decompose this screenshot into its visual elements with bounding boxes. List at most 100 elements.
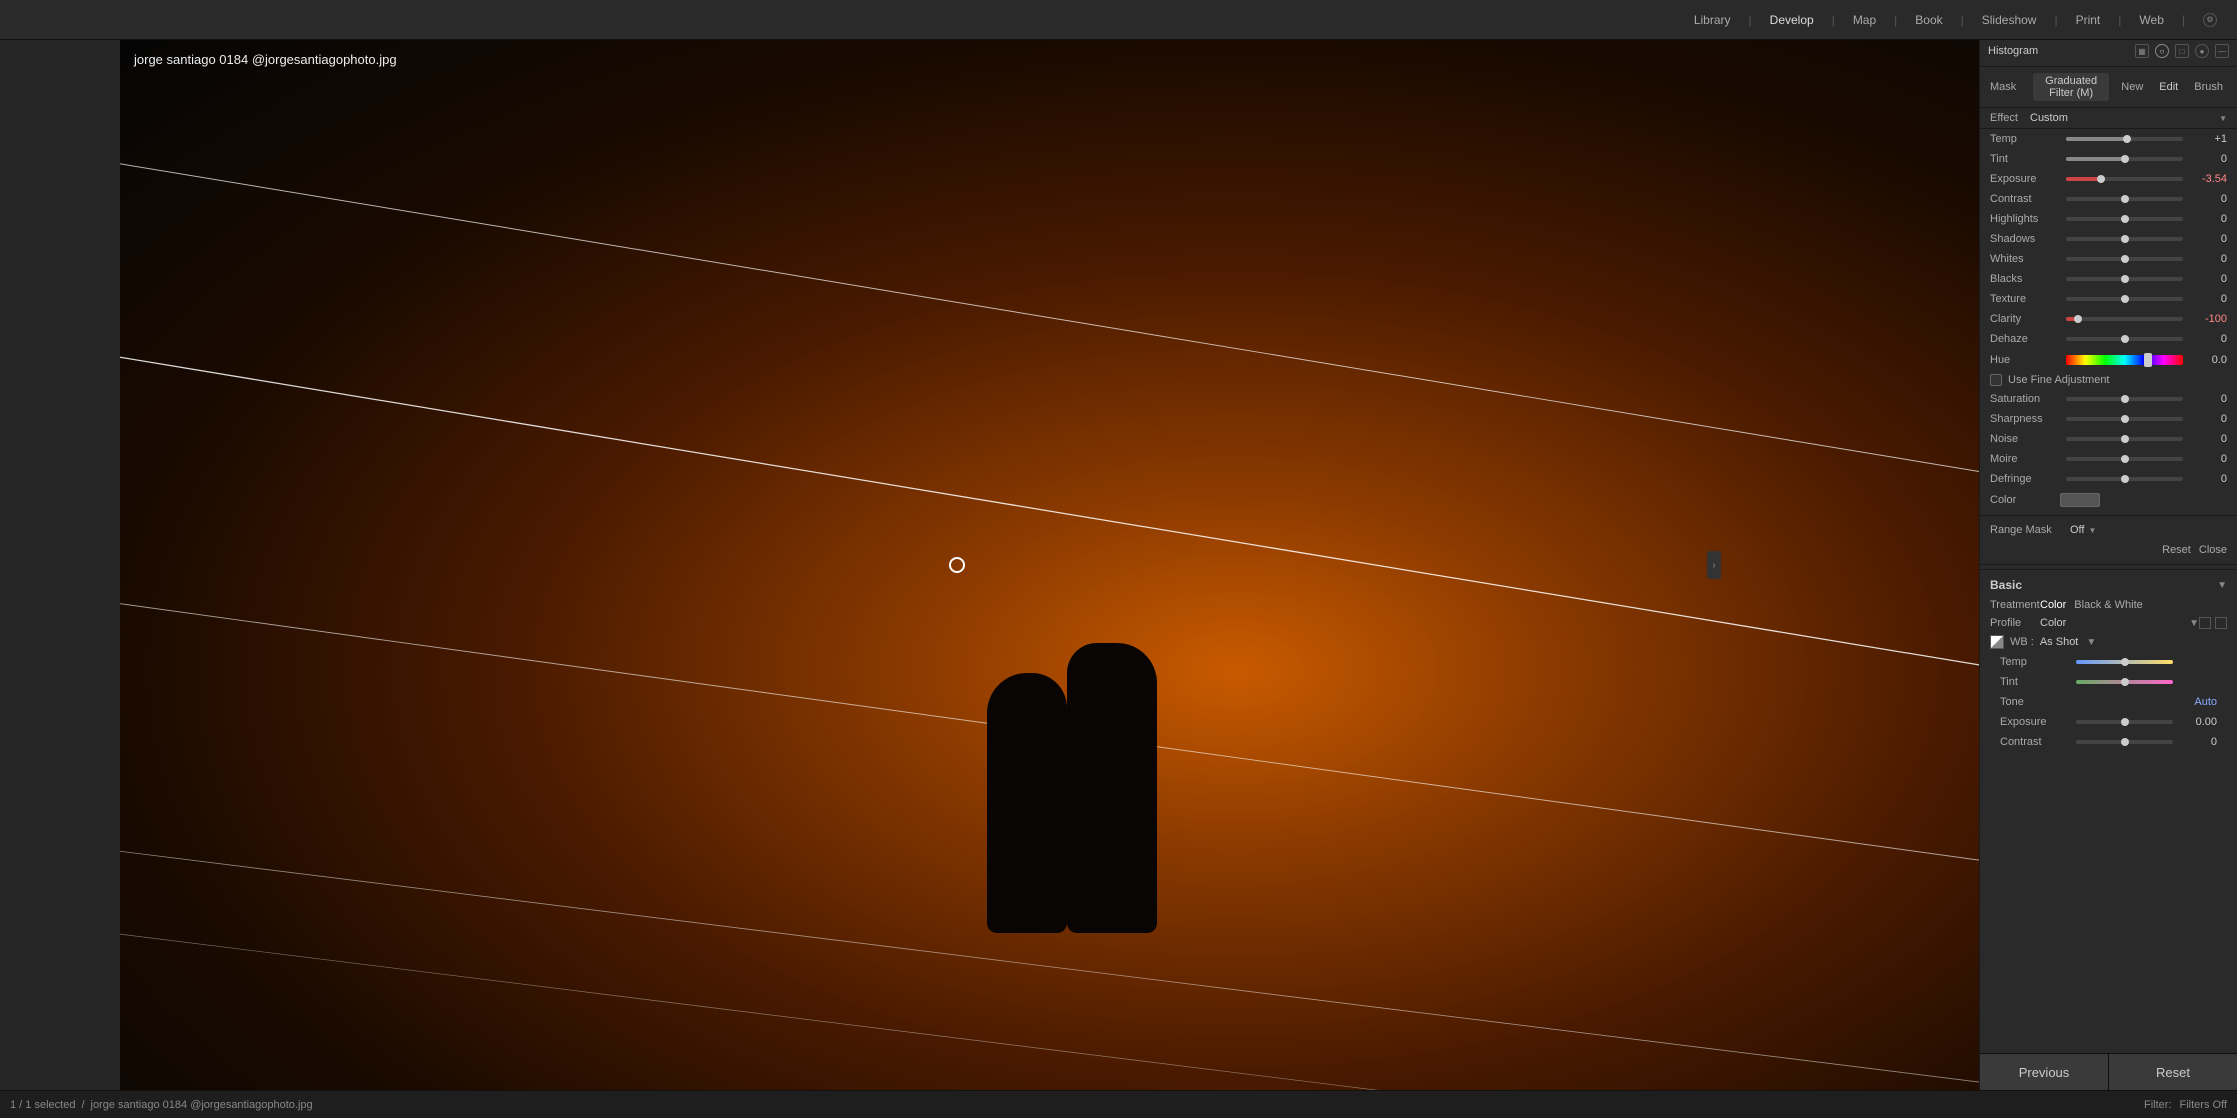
hue-label: Hue [1990, 354, 2060, 366]
section-divider-2 [1980, 564, 2237, 565]
panel-expand-arrow[interactable]: › [1707, 551, 1721, 579]
range-mask-value[interactable]: Off [2070, 524, 2084, 536]
mask-row: Mask Graduated Filter (M) New Edit Brush [1990, 73, 2227, 101]
profile-grid-icon[interactable] [2199, 617, 2211, 629]
nav-slideshow[interactable]: Slideshow [1982, 13, 2037, 27]
nav-settings-icon[interactable]: ⚙ [2203, 13, 2217, 27]
noise-slider[interactable] [2066, 437, 2183, 441]
nav-map[interactable]: Map [1853, 13, 1876, 27]
basic-section: Basic ▼ Treatment Color Black & White Pr… [1980, 569, 2237, 756]
effect-select[interactable]: Custom ▼ [2030, 112, 2227, 124]
mask-section: Mask Graduated Filter (M) New Edit Brush [1980, 67, 2237, 108]
basic-temp-row: Temp [1990, 652, 2227, 672]
basic-tint-label: Tint [2000, 676, 2070, 688]
texture-row: Texture 0 [1980, 289, 2237, 309]
hue-row: Hue 0.0 [1980, 349, 2237, 371]
tint-slider[interactable] [2066, 157, 2183, 161]
histogram-title: Histogram [1988, 45, 2038, 57]
nav-library[interactable]: Library [1694, 13, 1731, 27]
mask-new-button[interactable]: New [2117, 79, 2147, 95]
hue-value: 0.0 [2189, 354, 2227, 366]
tone-auto-button[interactable]: Auto [2179, 696, 2217, 708]
texture-slider[interactable] [2066, 297, 2183, 301]
profile-icons [2199, 617, 2227, 629]
shadows-slider[interactable] [2066, 237, 2183, 241]
texture-value: 0 [2189, 293, 2227, 305]
mask-brush-button[interactable]: Brush [2190, 79, 2227, 95]
histogram-header: Histogram ▦ ○ □ ● — [1988, 44, 2229, 58]
highlights-slider[interactable] [2066, 217, 2183, 221]
tint-label: Tint [1990, 153, 2060, 165]
dehaze-label: Dehaze [1990, 333, 2060, 345]
exposure-slider[interactable] [2066, 177, 2183, 181]
reset-button[interactable]: Reset [2109, 1054, 2237, 1090]
treatment-bw[interactable]: Black & White [2074, 599, 2142, 611]
filter-status: Filter: Filters Off [2144, 1099, 2227, 1111]
effect-row: Effect Custom ▼ [1980, 108, 2237, 129]
dot-icon[interactable]: ● [2195, 44, 2209, 58]
treatment-options: Color Black & White [2040, 599, 2227, 611]
filter-reset-button[interactable]: Reset [2162, 544, 2191, 556]
profile-dropdown-arrow: ▼ [2189, 618, 2199, 629]
filter-status-value[interactable]: Filters Off [2180, 1099, 2227, 1111]
basic-exposure-slider[interactable] [2076, 720, 2173, 724]
profile-list-icon[interactable] [2215, 617, 2227, 629]
basic-contrast-value: 0 [2179, 736, 2217, 748]
adjustments-panel: Temp +1 Tint 0 Exposure [1980, 129, 2237, 1053]
treatment-color[interactable]: Color [2040, 599, 2066, 611]
color-swatch[interactable] [2060, 493, 2100, 507]
nav-book[interactable]: Book [1915, 13, 1942, 27]
nav-print[interactable]: Print [2076, 13, 2101, 27]
clarity-value: -100 [2189, 313, 2227, 325]
top-nav: Library | Develop | Map | Book | Slidesh… [0, 0, 2237, 40]
sharpness-value: 0 [2189, 413, 2227, 425]
graduated-filter-control-point[interactable] [949, 557, 965, 573]
highlights-row: Highlights 0 [1980, 209, 2237, 229]
line-icon[interactable]: — [2215, 44, 2229, 58]
blacks-row: Blacks 0 [1980, 269, 2237, 289]
basic-temp-label: Temp [2000, 656, 2070, 668]
filter-close-button[interactable]: Close [2199, 544, 2227, 556]
effect-label: Effect [1990, 112, 2030, 124]
basic-title: Basic [1990, 578, 2022, 592]
status-file: jorge santiago 0184 @jorgesantiagophoto.… [91, 1099, 313, 1111]
defringe-slider[interactable] [2066, 477, 2183, 481]
right-panel: Histogram ▦ ○ □ ● — Mask Graduated Filte… [1979, 40, 2237, 1090]
blacks-label: Blacks [1990, 273, 2060, 285]
clarity-slider[interactable] [2066, 317, 2183, 321]
grid-icon[interactable]: ▦ [2135, 44, 2149, 58]
basic-tint-slider[interactable] [2076, 680, 2173, 684]
contrast-slider[interactable] [2066, 197, 2183, 201]
mask-active-label: Graduated Filter (M) [2033, 73, 2109, 101]
eyedropper-icon[interactable] [1990, 635, 2004, 649]
saturation-slider[interactable] [2066, 397, 2183, 401]
previous-button[interactable]: Previous [1980, 1054, 2109, 1090]
temp-slider[interactable] [2066, 137, 2183, 141]
treatment-label: Treatment [1990, 599, 2040, 611]
tint-value: 0 [2189, 153, 2227, 165]
square-icon[interactable]: □ [2175, 44, 2189, 58]
blacks-slider[interactable] [2066, 277, 2183, 281]
basic-contrast-slider[interactable] [2076, 740, 2173, 744]
hue-slider[interactable] [2066, 355, 2183, 365]
fine-adjustment-checkbox[interactable] [1990, 374, 2002, 386]
basic-collapse-arrow: ▼ [2217, 580, 2227, 591]
nav-develop[interactable]: Develop [1770, 13, 1814, 27]
profile-value[interactable]: Color [2040, 617, 2187, 629]
moire-slider[interactable] [2066, 457, 2183, 461]
basic-tint-row: Tint [1990, 672, 2227, 692]
wb-value[interactable]: As Shot [2040, 636, 2079, 648]
sharpness-slider[interactable] [2066, 417, 2183, 421]
image-area[interactable]: jorge santiago 0184 @jorgesantiagophoto.… [120, 40, 1979, 1090]
basic-exposure-row: Exposure 0.00 [1990, 712, 2227, 732]
whites-slider[interactable] [2066, 257, 2183, 261]
nav-web[interactable]: Web [2139, 13, 2163, 27]
basic-temp-slider[interactable] [2076, 660, 2173, 664]
circle-icon[interactable]: ○ [2155, 44, 2169, 58]
whites-row: Whites 0 [1980, 249, 2237, 269]
saturation-label: Saturation [1990, 393, 2060, 405]
mask-edit-button[interactable]: Edit [2155, 79, 2182, 95]
dehaze-slider[interactable] [2066, 337, 2183, 341]
basic-header[interactable]: Basic ▼ [1990, 574, 2227, 596]
defringe-row: Defringe 0 [1980, 469, 2237, 489]
